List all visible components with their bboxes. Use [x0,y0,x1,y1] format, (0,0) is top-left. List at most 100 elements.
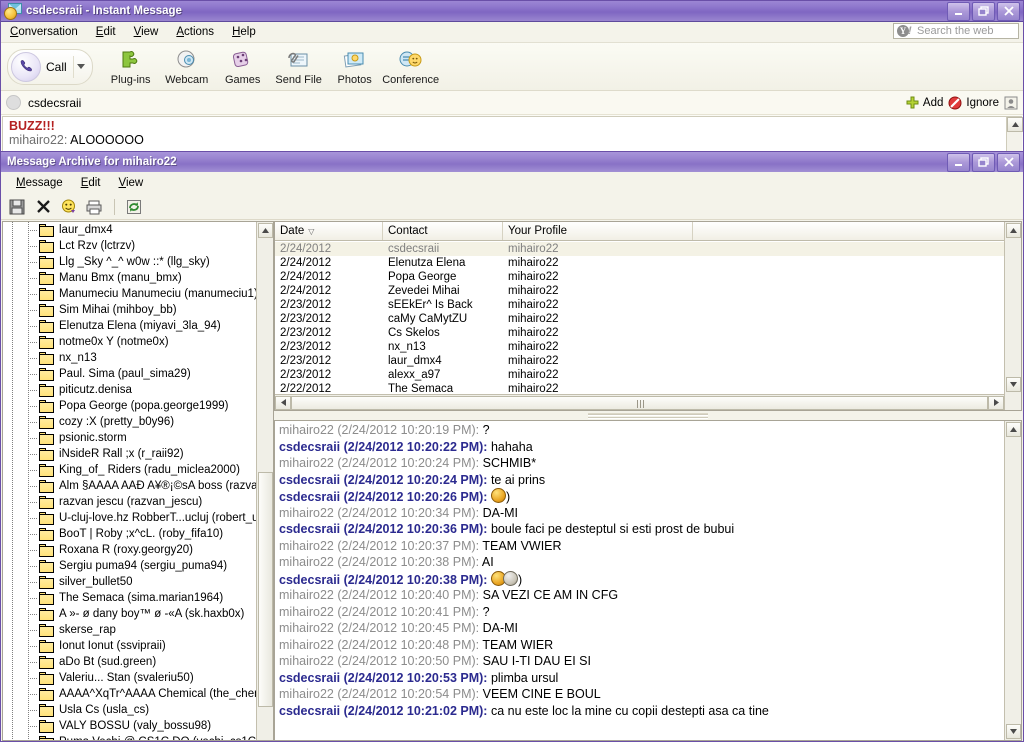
hscroll-thumb[interactable] [291,395,988,410]
table-row[interactable]: 2/23/2012 Cs Skelos mihairo22 [275,326,1004,340]
tree-item[interactable]: aDo Bt (sud.green) [3,654,256,670]
tree-item[interactable]: laur_dmx4 [3,222,256,238]
column-header-your-profile[interactable]: Your Profile [503,222,693,240]
tree-item[interactable]: Popa George (popa.george1999) [3,398,256,414]
im-preview-scrollbar[interactable] [1006,117,1023,155]
tree-item[interactable]: Ionut Ionut (ssvipraii) [3,638,256,654]
tree-item[interactable]: Manumeciu Manumeciu (manumeciu1) [3,286,256,302]
menu-edit[interactable]: Edit [87,24,125,40]
tree-item[interactable]: Lct Rzv (lctrzv) [3,238,256,254]
tree-item[interactable]: Sim Mihai (mihboy_bb) [3,302,256,318]
tree-item[interactable]: iNsideR Rall ;x (r_raii92) [3,446,256,462]
menu-help[interactable]: Help [223,24,265,40]
table-row[interactable]: 2/24/2012 Popa George mihairo22 [275,270,1004,284]
tree-scroll-thumb[interactable] [258,472,273,707]
scroll-up-icon[interactable] [1007,117,1023,132]
tree-item[interactable]: Roxana R (roxy.georgy20) [3,542,256,558]
tree-item[interactable]: VALY BOSSU (valy_bossu98) [3,718,256,734]
tree-item[interactable]: Manu Bmx (manu_bmx) [3,270,256,286]
column-header-contact[interactable]: Contact [383,222,503,240]
toolbar-webcam[interactable]: Webcam [159,45,215,89]
tree-item[interactable]: King_of_ Riders (radu_miclea2000) [3,462,256,478]
print-button[interactable] [85,197,105,217]
toolbar-conference[interactable]: Conference [382,45,439,89]
tree-scroll-up-icon[interactable] [258,223,273,238]
save-button[interactable] [7,197,27,217]
tree-item[interactable]: BooT | Roby ;x^cL. (roby_fifa10) [3,526,256,542]
restore-button[interactable] [972,1,995,21]
transcript-scroll-down-icon[interactable] [1006,724,1021,739]
chevron-down-icon[interactable] [74,64,88,69]
archive-menu-edit[interactable]: Edit [72,175,110,191]
toolbar-games[interactable]: Games [215,45,271,89]
tree-item[interactable]: The Semaca (sima.marian1964) [3,590,256,606]
tree-item[interactable]: skerse_rap [3,622,256,638]
tree-item[interactable]: Usla Cs (usla_cs) [3,702,256,718]
conversation-tree-list[interactable]: laur_dmx4 Lct Rzv (lctrzv) Llg _Sky ^_^ w0… [3,222,256,740]
tree-item[interactable]: Alm §AAAA AAÐ A¥®¡©sA boss (razvan [3,478,256,494]
tree-item[interactable]: U-cluj-love.hz RobberT...ucluj (robert_u… [3,510,256,526]
tree-item[interactable]: piticutz.denisa [3,382,256,398]
table-row[interactable]: 2/22/2012 The Semaca mihairo22 [275,382,1004,393]
table-row[interactable]: 2/24/2012 Elenutza Elena mihairo22 [275,256,1004,270]
toolbar-plugins[interactable]: Plug-ins [103,45,159,89]
pane-splitter[interactable] [274,411,1022,420]
minimize-button[interactable] [947,1,970,21]
transcript-scrollbar[interactable] [1004,421,1021,740]
table-scroll-up-icon[interactable] [1006,223,1021,238]
tree-item[interactable]: A »- ø dany boy™ ø -«A (sk.haxb0x) [3,606,256,622]
tree-item[interactable]: razvan jescu (razvan_jescu) [3,494,256,510]
archive-close-button[interactable] [997,152,1020,172]
hscroll-right-icon[interactable] [988,395,1004,410]
tree-item[interactable]: nx_n13 [3,350,256,366]
table-horizontal-scrollbar[interactable] [275,394,1004,410]
tree-item[interactable]: psionic.storm [3,430,256,446]
table-row[interactable]: 2/23/2012 sEEkEr^ Is Back mihairo22 [275,298,1004,312]
tree-scrollbar[interactable] [256,222,273,740]
add-contact-button[interactable]: Add [906,96,943,109]
tree-item[interactable]: silver_bullet50 [3,574,256,590]
archive-menu-message[interactable]: Message [7,175,72,191]
tree-item[interactable]: Paul. Sima (paul_sima29) [3,366,256,382]
archive-menu-view[interactable]: View [110,175,153,191]
table-body[interactable]: 2/24/2012 csdecsraii mihairo22 2/24/2012 Ele… [275,242,1004,393]
tree-item[interactable]: cozy :X (pretty_b0y96) [3,414,256,430]
call-button[interactable]: Call [7,48,93,85]
menu-view[interactable]: View [125,24,168,40]
toolbar-send-file[interactable]: Send File [271,45,327,89]
tree-item[interactable]: notme0x Y (notme0x) [3,334,256,350]
table-row[interactable]: 2/23/2012 nx_n13 mihairo22 [275,340,1004,354]
hscroll-left-icon[interactable] [275,395,291,410]
tree-item[interactable]: Sergiu puma94 (sergiu_puma94) [3,558,256,574]
table-row[interactable]: 2/24/2012 csdecsraii mihairo22 [275,242,1004,256]
tree-item[interactable]: Puma Vechi @ CS1C DO (vechi_cs1C) [3,734,256,740]
close-button[interactable] [997,1,1020,21]
table-row[interactable]: 2/23/2012 laur_dmx4 mihairo22 [275,354,1004,368]
menu-conversation[interactable]: Conversation [1,24,87,40]
tree-item[interactable]: Elenutza Elena (miyavi_3la_94) [3,318,256,334]
ignore-contact-button[interactable]: Ignore [948,96,999,110]
transcript-scroll-up-icon[interactable] [1006,422,1021,437]
table-row[interactable]: 2/23/2012 alexx_a97 mihairo22 [275,368,1004,382]
hscroll-track[interactable] [291,395,988,410]
table-vertical-scrollbar[interactable] [1004,222,1021,410]
tree-item[interactable]: Valeriu... Stan (svaleriu50) [3,670,256,686]
web-search-box[interactable]: Y! Search the web [893,23,1019,39]
profile-button[interactable] [1004,96,1018,110]
archive-minimize-button[interactable] [947,152,970,172]
refresh-button[interactable] [124,197,144,217]
delete-button[interactable] [33,197,53,217]
toolbar-photos[interactable]: Photos [327,45,383,89]
toolbar-games-label: Games [224,73,261,86]
column-header-date[interactable]: Date ▽ [275,222,383,240]
menu-actions[interactable]: Actions [167,24,223,40]
splitter-grip[interactable] [588,412,708,419]
tree-item[interactable]: AAAA^XqTr^AAAA Chemical (the_chem [3,686,256,702]
tree-item[interactable]: Llg _Sky ^_^ w0w ::* (llg_sky) [3,254,256,270]
transcript-list[interactable]: mihairo22 (2/24/2012 10:20:19 PM): ? csde… [275,421,1004,740]
table-scroll-down-icon[interactable] [1006,377,1021,392]
emoticon-button[interactable] [59,197,79,217]
table-row[interactable]: 2/24/2012 Zevedei Mihai mihairo22 [275,284,1004,298]
archive-restore-button[interactable] [972,152,995,172]
table-row[interactable]: 2/23/2012 caMy CaMytZU mihairo22 [275,312,1004,326]
